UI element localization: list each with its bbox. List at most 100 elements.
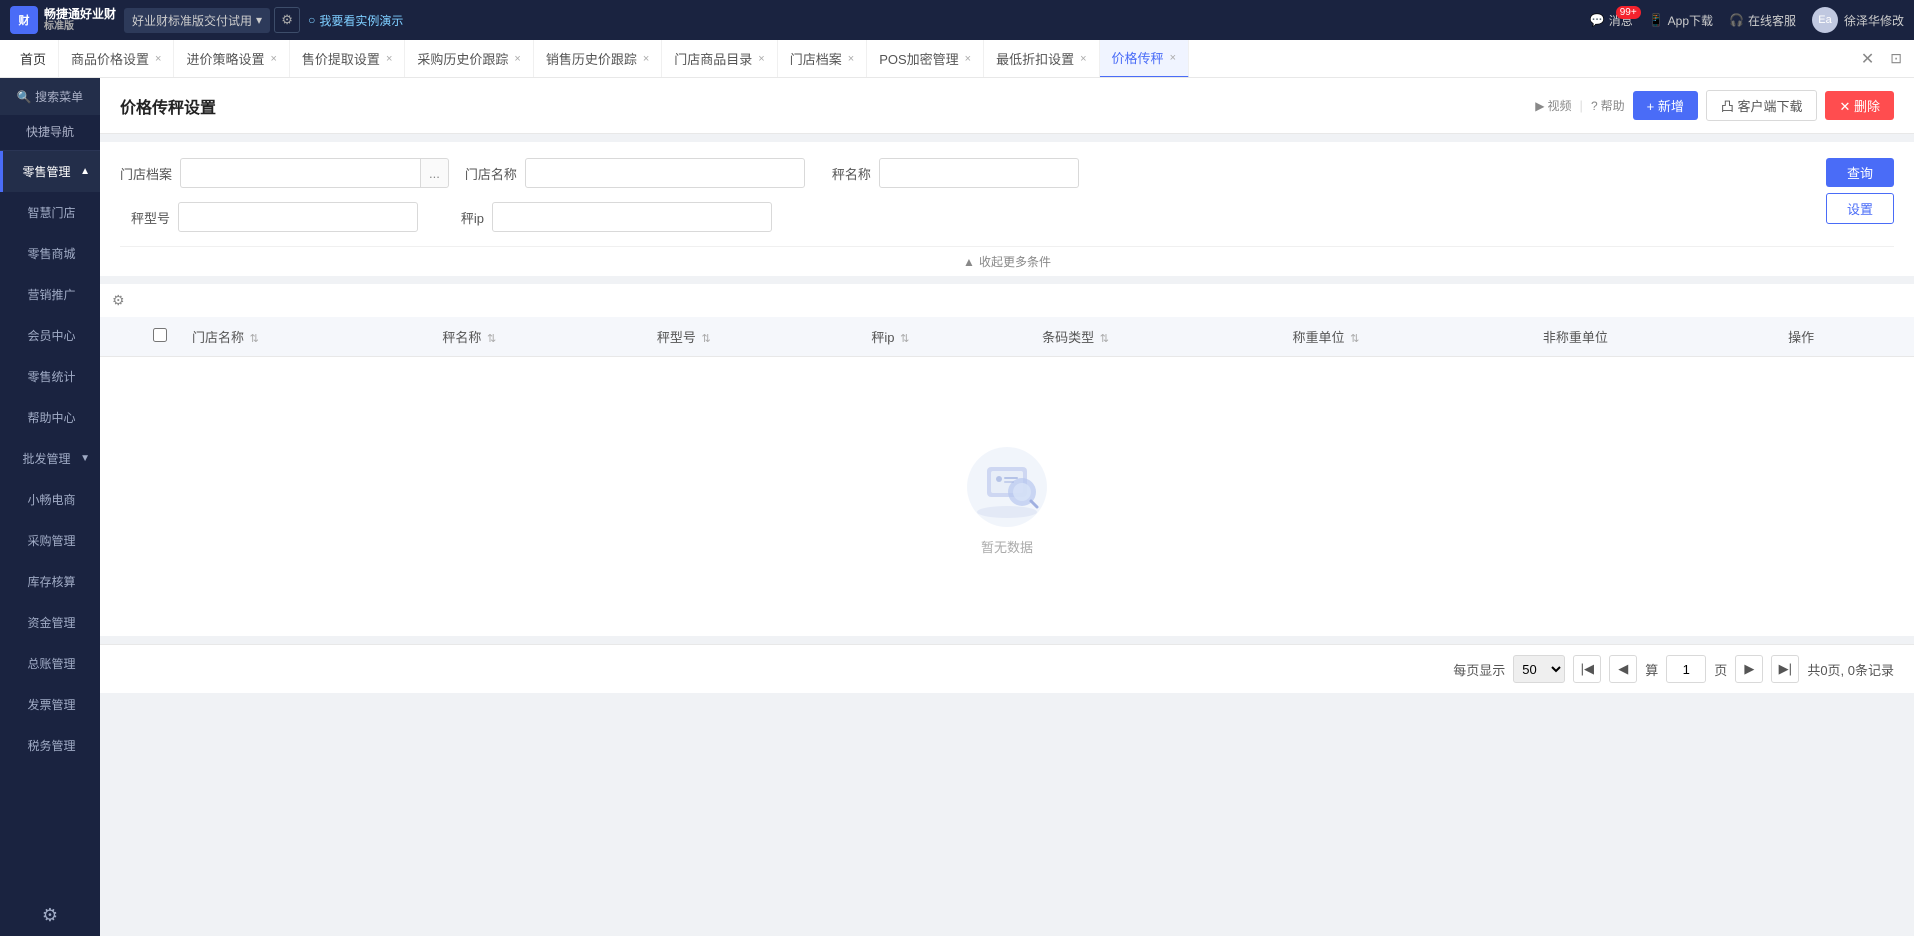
close-icon[interactable]: ×: [386, 53, 392, 65]
search-icon: 🔍: [17, 90, 32, 104]
sidebar-footer: ⚙: [0, 895, 100, 936]
page-input[interactable]: [1666, 655, 1706, 683]
arrow-down-icon: ▼: [80, 453, 90, 464]
scale-ip-input[interactable]: [492, 202, 772, 232]
settings-button[interactable]: ⚙: [274, 7, 300, 33]
help-link[interactable]: ? 帮助: [1591, 97, 1625, 114]
col-header-non-weight-unit: 非称重单位: [1531, 317, 1776, 357]
empty-state: 暂无数据: [100, 357, 1914, 636]
table-toolbar: ⚙: [100, 284, 1914, 317]
close-icon[interactable]: ×: [848, 53, 854, 65]
sort-icon: ⇅: [1350, 333, 1359, 345]
scale-model-input[interactable]: [178, 202, 418, 232]
selector-bar: 好业财标准版交付试用 ▾ ⚙: [124, 7, 300, 33]
message-badge: 99+: [1616, 6, 1641, 19]
scale-ip-label: 秤ip: [434, 208, 484, 227]
set-button[interactable]: 设置: [1826, 193, 1894, 224]
col-header-scale-name: 秤名称 ⇅: [430, 317, 645, 357]
prev-page-button[interactable]: ◀: [1609, 655, 1637, 683]
tab-sale-extract[interactable]: 售价提取设置 ×: [290, 40, 405, 78]
query-button[interactable]: 查询: [1826, 158, 1894, 187]
tab-bar-end: ✕ ⊡: [1857, 49, 1906, 69]
close-icon[interactable]: ×: [643, 53, 649, 65]
next-page-button[interactable]: ▶: [1735, 655, 1763, 683]
tab-store-archive[interactable]: 门店档案 ×: [778, 40, 867, 78]
sidebar-item-retail-mall[interactable]: 零售商城: [0, 233, 100, 274]
user-menu[interactable]: Ea 徐泽华修改: [1812, 7, 1904, 33]
tab-price-scale[interactable]: 价格传秤 ×: [1100, 40, 1189, 78]
close-icon[interactable]: ×: [514, 53, 520, 65]
close-icon[interactable]: ×: [1080, 53, 1086, 65]
sidebar-item-wholesale-manage[interactable]: 批发管理 ▼: [0, 438, 100, 479]
sort-icon: ⇅: [250, 333, 259, 345]
sidebar-item-retail-stats[interactable]: 零售统计: [0, 356, 100, 397]
tab-pos-manage[interactable]: POS加密管理 ×: [867, 40, 984, 78]
sidebar-item-invoice-manage[interactable]: 发票管理: [0, 684, 100, 725]
main-layout: 🔍 搜索菜单 快捷导航 零售管理 ▲ 智慧门店 零售商城 营销推广 会员中心 零…: [0, 78, 1914, 936]
sidebar-item-smart-store[interactable]: 智慧门店: [0, 192, 100, 233]
download-button[interactable]: 凸 客户端下载: [1706, 90, 1818, 121]
gear-icon[interactable]: ⚙: [42, 905, 58, 926]
sort-icon: ⇅: [702, 333, 711, 345]
ellipsis-button[interactable]: ...: [420, 158, 449, 188]
download-icon: 📱: [1649, 13, 1664, 27]
empty-text: 暂无数据: [981, 537, 1033, 556]
table-gear-icon[interactable]: ⚙: [112, 292, 125, 309]
sidebar-item-xiaochang-ecom[interactable]: 小畅电商: [0, 479, 100, 520]
close-all-button[interactable]: ✕: [1857, 49, 1878, 69]
tab-purchase-strategy[interactable]: 进价策略设置 ×: [174, 40, 289, 78]
col-header-check: [140, 317, 180, 357]
sidebar-item-tax-manage[interactable]: 税务管理: [0, 725, 100, 766]
sort-icon: ⇅: [1100, 333, 1109, 345]
tab-min-discount[interactable]: 最低折扣设置 ×: [984, 40, 1099, 78]
sidebar-quick-nav[interactable]: 快捷导航: [0, 115, 100, 151]
store-name-label: 门店名称: [465, 164, 517, 183]
col-header-scale-ip: 秤ip ⇅: [859, 317, 1030, 357]
sidebar-item-purchase-manage[interactable]: 采购管理: [0, 520, 100, 561]
store-archive-input[interactable]: [180, 158, 420, 188]
close-icon[interactable]: ×: [965, 53, 971, 65]
close-icon[interactable]: ×: [155, 53, 161, 65]
arrow-icon: ▲: [80, 166, 90, 177]
app-download-button[interactable]: 📱 App下载: [1649, 12, 1713, 29]
first-page-button[interactable]: |◀: [1573, 655, 1601, 683]
last-page-button[interactable]: ▶|: [1771, 655, 1799, 683]
close-icon[interactable]: ×: [270, 53, 276, 65]
sidebar-item-help-center[interactable]: 帮助中心: [0, 397, 100, 438]
video-link[interactable]: ▶ 视频: [1535, 97, 1571, 114]
page-size-select[interactable]: 50 10 20 100: [1513, 655, 1565, 683]
version-selector[interactable]: 好业财标准版交付试用 ▾: [124, 8, 270, 33]
demo-link[interactable]: ○ 我要看实例演示: [308, 12, 403, 29]
message-button[interactable]: 💬 消息 99+: [1590, 12, 1633, 29]
collapse-bar[interactable]: ▲ 收起更多条件: [120, 246, 1894, 276]
expand-button[interactable]: ⊡: [1886, 50, 1906, 67]
tab-store-catalog[interactable]: 门店商品目录 ×: [662, 40, 777, 78]
sidebar-item-finance-manage[interactable]: 资金管理: [0, 602, 100, 643]
sidebar-item-member-center[interactable]: 会员中心: [0, 315, 100, 356]
col-header-action: 操作: [1776, 317, 1914, 357]
search-form: 门店档案 ... 门店名称 秤名称: [100, 142, 1914, 276]
collapse-icon: ▲: [963, 255, 975, 269]
sidebar-item-retail-manage[interactable]: 零售管理 ▲: [0, 151, 100, 192]
tab-sale-history[interactable]: 销售历史价跟踪 ×: [534, 40, 662, 78]
scale-model-field: 秤型号: [120, 202, 418, 232]
scale-name-input[interactable]: [879, 158, 1079, 188]
close-icon[interactable]: ×: [1170, 52, 1176, 64]
delete-button[interactable]: ✕ 删除: [1825, 91, 1894, 120]
tab-purchase-history[interactable]: 采购历史价跟踪 ×: [405, 40, 533, 78]
close-icon[interactable]: ×: [758, 53, 764, 65]
tab-price-settings[interactable]: 商品价格设置 ×: [59, 40, 174, 78]
sidebar-item-stock-check[interactable]: 库存核算: [0, 561, 100, 602]
store-name-input[interactable]: [525, 158, 805, 188]
sidebar-item-marketing[interactable]: 营销推广: [0, 274, 100, 315]
add-button[interactable]: + 新增: [1633, 91, 1698, 120]
store-name-field: 门店名称: [465, 158, 805, 188]
sidebar-search[interactable]: 🔍 搜索菜单: [0, 78, 100, 115]
eye-icon: ○: [308, 13, 315, 27]
sidebar-item-general-ledger[interactable]: 总账管理: [0, 643, 100, 684]
online-service-button[interactable]: 🎧 在线客服: [1729, 12, 1796, 29]
store-archive-input-group: ...: [180, 158, 449, 188]
tab-home[interactable]: 首页: [8, 40, 59, 78]
content-area: 价格传秤设置 ▶ 视频 | ? 帮助 + 新增 凸 客户端下载 ✕ 删除: [100, 78, 1914, 936]
select-all-checkbox[interactable]: [153, 328, 167, 342]
